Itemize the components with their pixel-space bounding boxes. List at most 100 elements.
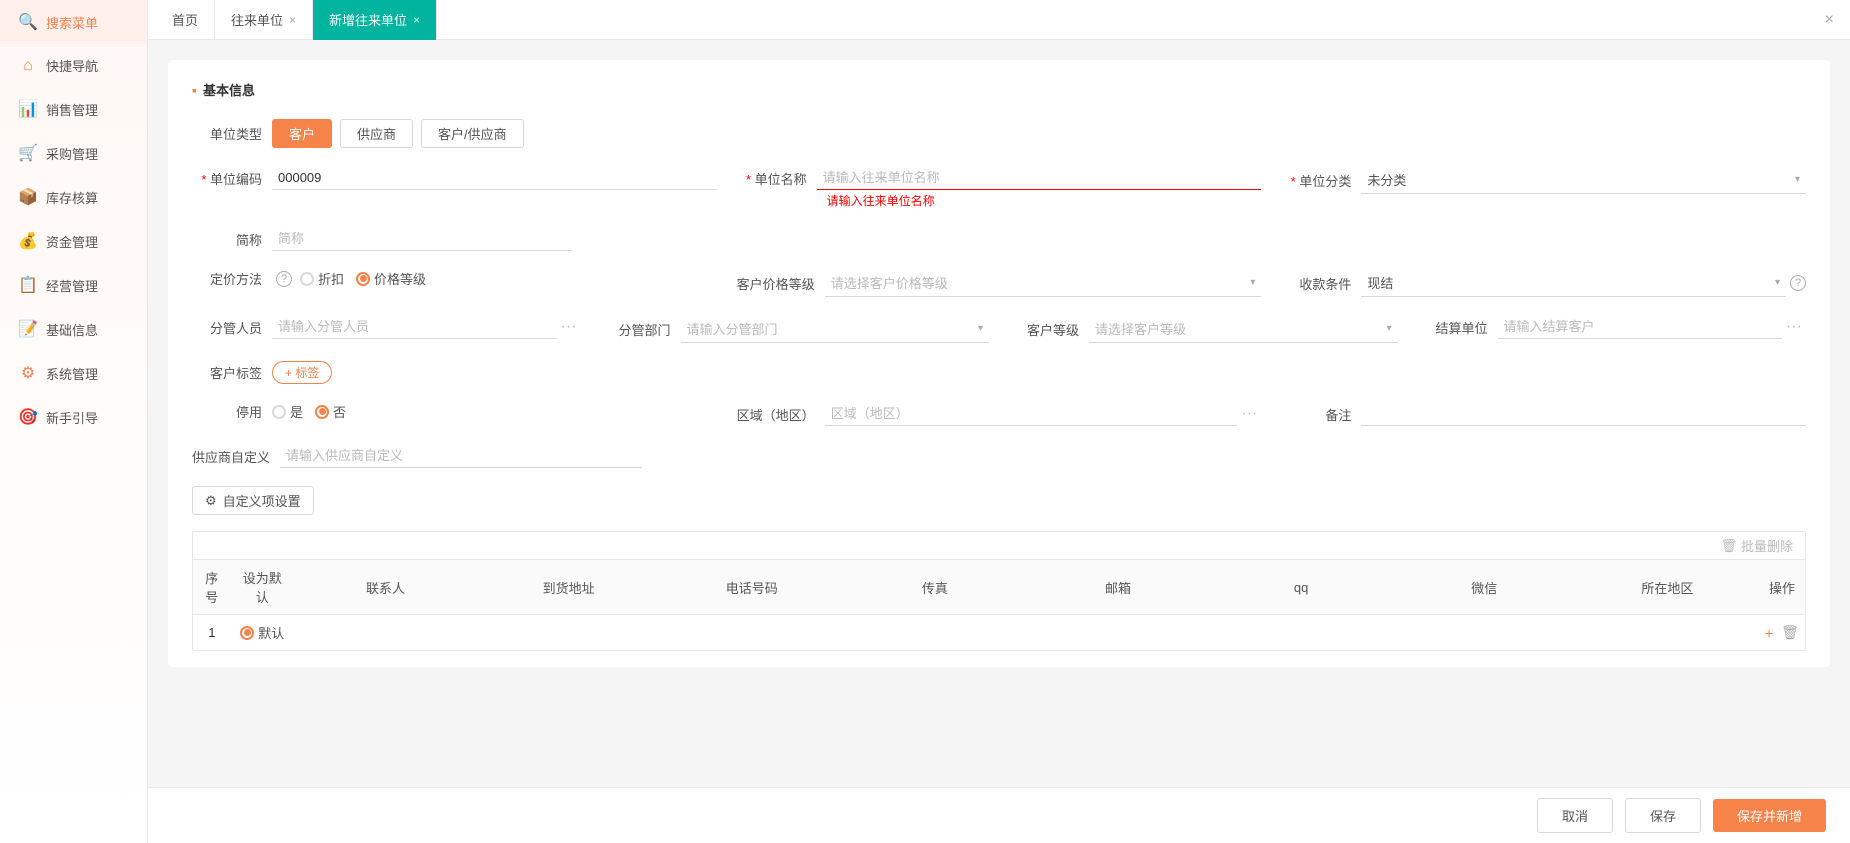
supervisor-row: 分管人员 ··· 分管部门 请输入分管部门 ▾ 客户等级 请选择客户等级 ▾ — [192, 315, 1806, 343]
customer-price-select[interactable]: 请选择客户价格等级 ▾ — [825, 269, 1262, 297]
sidebar-item-system[interactable]: ⚙ 系统管理 — [0, 351, 147, 395]
region-input[interactable] — [825, 402, 1238, 426]
tab-new-partner[interactable]: 新增往来单位 × — [313, 0, 437, 40]
cell-action: + 🗑 — [1759, 615, 1805, 651]
default-radio-circle — [240, 626, 254, 640]
customer-level-placeholder: 请选择客户等级 — [1095, 319, 1386, 338]
pricing-label: 定价方法 — [192, 269, 272, 288]
supervisor-more-btn[interactable]: ··· — [557, 318, 581, 336]
unit-btn-both[interactable]: 客户/供应商 — [421, 119, 524, 148]
unit-btn-supplier[interactable]: 供应商 — [340, 119, 413, 148]
unit-category-select[interactable]: 未分类 ▾ — [1361, 166, 1806, 194]
tab-partners[interactable]: 往来单位 × — [215, 0, 313, 40]
col-region: 所在地区 — [1576, 560, 1759, 615]
row-add-button[interactable]: + — [1765, 625, 1773, 641]
card-title-label: 基本信息 — [203, 80, 255, 99]
settlement-item: 结算单位 ··· — [1418, 315, 1807, 339]
payment-help-icon[interactable]: ? — [1790, 275, 1806, 291]
cell-default: 默认 — [231, 615, 294, 651]
address-input[interactable] — [483, 625, 654, 640]
cell-address — [477, 615, 660, 651]
row-delete-button[interactable]: 🗑 — [1781, 624, 1799, 641]
unit-code-input[interactable] — [272, 166, 717, 190]
sidebar-item-sales[interactable]: 📊 销售管理 — [0, 87, 147, 131]
tab-new-partner-label: 新增往来单位 — [329, 10, 407, 29]
cell-region — [1576, 615, 1759, 651]
pricing-help-icon[interactable]: ? — [276, 271, 292, 287]
save-add-button[interactable]: 保存并新增 — [1713, 799, 1826, 832]
operation-icon: 📋 — [18, 275, 38, 295]
tab-new-partner-close[interactable]: × — [413, 13, 420, 27]
region-more-btn[interactable]: ··· — [1237, 405, 1261, 423]
sidebar-item-purchase[interactable]: 🛒 采购管理 — [0, 131, 147, 175]
sidebar-item-label: 系统管理 — [46, 364, 98, 383]
tab-partners-close[interactable]: × — [289, 13, 296, 27]
tag-add-button[interactable]: + 标签 — [272, 361, 332, 384]
abbr-label: 简称 — [192, 230, 272, 249]
pricing-row: 定价方法 ? 折扣 价格等级 客户价格等级 — [192, 269, 1806, 297]
remark-input[interactable] — [1361, 402, 1806, 426]
qq-input[interactable] — [1216, 625, 1387, 640]
tabbar-close-all[interactable]: × — [1817, 11, 1842, 29]
settlement-input[interactable] — [1498, 315, 1783, 339]
sidebar-item-inventory[interactable]: 📦 库存核算 — [0, 175, 147, 219]
sidebar-item-label: 库存核算 — [46, 188, 98, 207]
basic-info-card: ▪ 基本信息 单位类型 客户 供应商 客户/供应商 单位编码 — [168, 60, 1830, 667]
price-level-radio-circle — [356, 272, 370, 286]
disable-radio-group: 是 否 — [272, 402, 346, 421]
email-input[interactable] — [1032, 625, 1203, 640]
sidebar: 🔍 搜索菜单 ⌂ 快捷导航 📊 销售管理 🛒 采购管理 📦 库存核算 💰 资金管… — [0, 0, 148, 843]
sidebar-item-search[interactable]: 🔍 搜索菜单 — [0, 0, 147, 44]
unit-name-input[interactable] — [817, 166, 1262, 190]
remark-label: 备注 — [1281, 405, 1361, 424]
sidebar-item-operation[interactable]: 📋 经营管理 — [0, 263, 147, 307]
dept-select[interactable]: 请输入分管部门 ▾ — [681, 315, 990, 343]
contact-input[interactable] — [300, 625, 471, 640]
cancel-button[interactable]: 取消 — [1537, 798, 1613, 833]
sidebar-item-guide[interactable]: 🎯 新手引导 — [0, 395, 147, 439]
search-icon: 🔍 — [18, 12, 38, 32]
customer-level-select[interactable]: 请选择客户等级 ▾ — [1089, 315, 1398, 343]
table-region-input[interactable] — [1582, 625, 1753, 640]
tag-item: 客户标签 + 标签 — [192, 361, 1806, 384]
unit-btn-customer[interactable]: 客户 — [272, 119, 332, 148]
supervisor-input[interactable] — [272, 315, 557, 339]
cell-fax — [843, 615, 1026, 651]
table-row: 1 默认 — [193, 615, 1805, 651]
no-radio-label: 否 — [333, 402, 346, 421]
unit-category-value: 未分类 — [1367, 170, 1795, 189]
action-buttons: + 🗑 — [1765, 624, 1799, 641]
region-item: 区域（地区） ··· — [737, 402, 1262, 426]
fax-input[interactable] — [849, 625, 1020, 640]
wechat-input[interactable] — [1399, 625, 1570, 640]
pricing-radio-discount[interactable]: 折扣 — [300, 269, 344, 288]
sidebar-item-finance[interactable]: 💰 资金管理 — [0, 219, 147, 263]
payment-select[interactable]: 现结 ▾ — [1361, 269, 1786, 297]
custom-settings-button[interactable]: ⚙ 自定义项设置 — [192, 486, 314, 515]
supplier-custom-input[interactable] — [280, 444, 642, 468]
gear-icon: ⚙ — [205, 493, 217, 509]
settlement-label: 结算单位 — [1418, 318, 1498, 337]
customer-level-item: 客户等级 请选择客户等级 ▾ — [1009, 315, 1398, 343]
sidebar-item-quick-nav[interactable]: ⌂ 快捷导航 — [0, 44, 147, 87]
abbr-input[interactable] — [272, 227, 572, 251]
payment-label: 收款条件 — [1281, 274, 1361, 293]
tab-home[interactable]: 首页 — [156, 0, 215, 40]
disable-radio-yes[interactable]: 是 — [272, 402, 303, 421]
pricing-radio-group: 折扣 价格等级 — [300, 269, 426, 288]
save-button[interactable]: 保存 — [1625, 798, 1701, 833]
sidebar-item-basic-info[interactable]: 📝 基础信息 — [0, 307, 147, 351]
supplier-custom-label: 供应商自定义 — [192, 447, 280, 466]
supervisor-item: 分管人员 ··· — [192, 315, 581, 339]
settlement-more-btn[interactable]: ··· — [1782, 318, 1806, 336]
batch-delete-btn[interactable]: 🗑 批量删除 — [1720, 536, 1793, 555]
disable-label: 停用 — [192, 402, 272, 421]
pricing-radio-price-level[interactable]: 价格等级 — [356, 269, 426, 288]
default-radio[interactable]: 默认 — [240, 623, 284, 642]
disable-radio-no[interactable]: 否 — [315, 402, 346, 421]
unit-type-group: 客户 供应商 客户/供应商 — [272, 119, 524, 148]
sidebar-item-label: 资金管理 — [46, 232, 98, 251]
card-title: ▪ 基本信息 — [192, 80, 1806, 99]
table-header-row: 序号 设为默认 联系人 到货地址 电话号码 传真 邮箱 qq 微信 所在地区 操… — [193, 560, 1805, 615]
phone-input[interactable] — [666, 625, 837, 640]
